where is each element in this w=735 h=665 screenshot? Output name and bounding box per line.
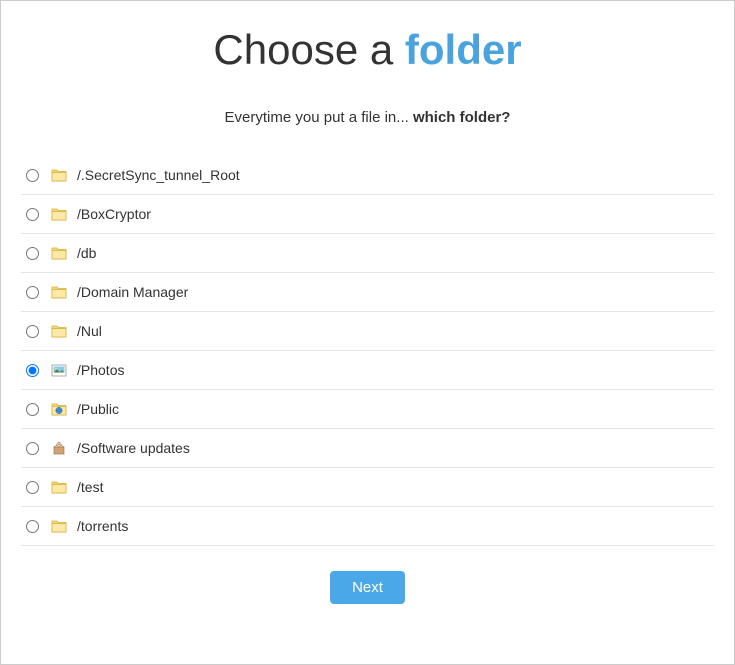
folder-label: /Nul xyxy=(77,323,102,339)
folder-radio[interactable] xyxy=(26,403,39,416)
folder-radio[interactable] xyxy=(26,481,39,494)
folder-radio[interactable] xyxy=(26,325,39,338)
folder-list: /.SecretSync_tunnel_Root/BoxCryptor/db/D… xyxy=(21,156,714,546)
folder-item[interactable]: /test xyxy=(21,468,714,507)
folder-item[interactable]: /Photos xyxy=(21,351,714,390)
actions-bar: Next xyxy=(21,546,714,629)
folder-label: /.SecretSync_tunnel_Root xyxy=(77,167,240,183)
folder-label: /Public xyxy=(77,401,119,417)
folder-item[interactable]: /Nul xyxy=(21,312,714,351)
subtitle-prefix: Everytime you put a file in... xyxy=(225,109,413,126)
subtitle: Everytime you put a file in... which fol… xyxy=(21,109,714,126)
folder-item[interactable]: /torrents xyxy=(21,507,714,546)
subtitle-bold: which folder? xyxy=(413,109,511,126)
folder-radio[interactable] xyxy=(26,169,39,182)
folder-label: /BoxCryptor xyxy=(77,206,151,222)
folder-icon xyxy=(51,246,67,260)
folder-label: /test xyxy=(77,479,103,495)
folder-label: /torrents xyxy=(77,518,128,534)
folder-label: /Photos xyxy=(77,362,124,378)
folder-item[interactable]: /BoxCryptor xyxy=(21,195,714,234)
folder-icon xyxy=(51,324,67,338)
folder-radio[interactable] xyxy=(26,520,39,533)
folder-item[interactable]: /Domain Manager xyxy=(21,273,714,312)
page-title: Choose a folder xyxy=(21,26,714,74)
title-accent: folder xyxy=(405,26,522,73)
folder-icon xyxy=(51,480,67,494)
folder-label: /Software updates xyxy=(77,440,190,456)
folder-item[interactable]: /.SecretSync_tunnel_Root xyxy=(21,156,714,195)
next-button[interactable]: Next xyxy=(330,571,405,604)
folder-icon xyxy=(51,285,67,299)
folder-radio[interactable] xyxy=(26,208,39,221)
folder-label: /Domain Manager xyxy=(77,284,188,300)
folder-radio[interactable] xyxy=(26,364,39,377)
folder-icon xyxy=(51,207,67,221)
folder-icon xyxy=(51,519,67,533)
folder-radio[interactable] xyxy=(26,247,39,260)
folder-item[interactable]: /Software updates xyxy=(21,429,714,468)
folder-label: /db xyxy=(77,245,96,261)
folder-radio[interactable] xyxy=(26,442,39,455)
title-prefix: Choose a xyxy=(213,26,404,73)
folder-item[interactable]: /Public xyxy=(21,390,714,429)
folder-icon xyxy=(51,168,67,182)
photos-icon xyxy=(51,363,67,377)
folder-radio[interactable] xyxy=(26,286,39,299)
public-icon xyxy=(51,402,67,416)
software-icon xyxy=(51,441,67,455)
folder-item[interactable]: /db xyxy=(21,234,714,273)
